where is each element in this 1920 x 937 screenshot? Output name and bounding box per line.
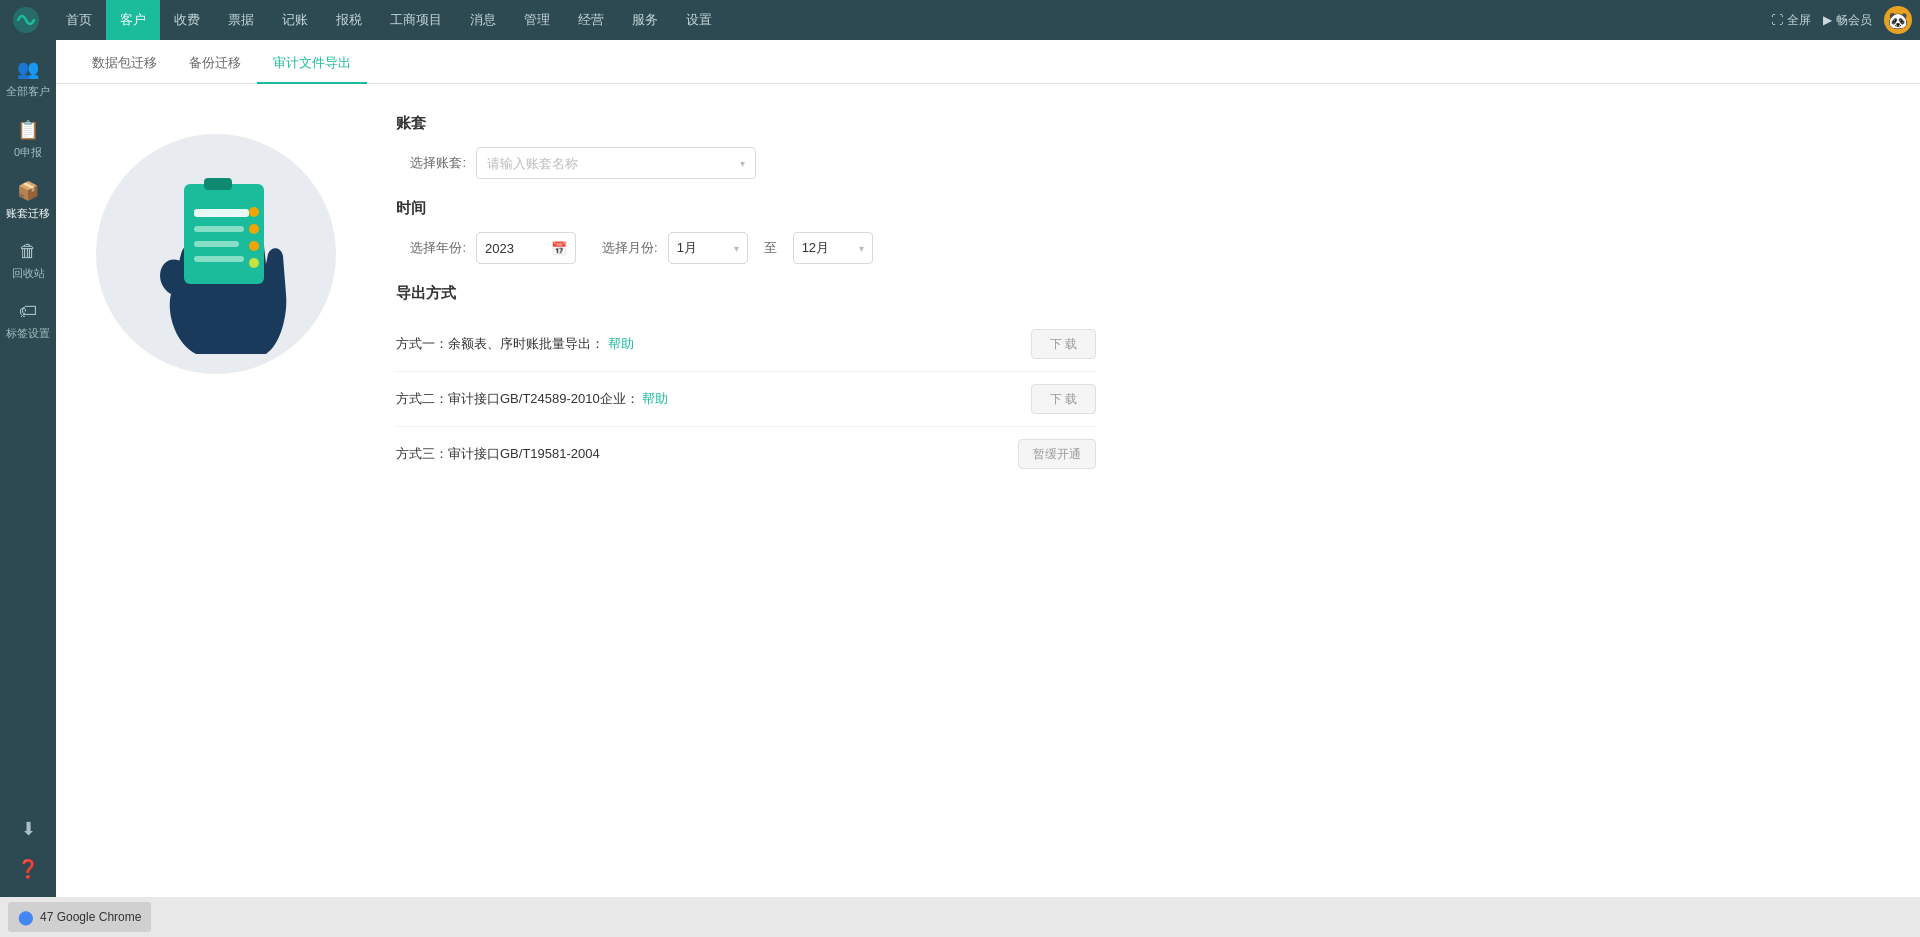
year-value: 2023 [485,241,551,256]
method-3-open-button[interactable]: 暂缓开通 [1018,439,1096,469]
nav-service[interactable]: 服务 [618,0,672,40]
to-text: 至 [758,239,783,257]
taskbar-item-label: 47 Google Chrome [40,910,141,924]
account-select-box[interactable]: ▾ [476,147,756,179]
illustration-wrapper [96,134,336,374]
zero-filing-icon: 📋 [17,119,39,141]
sidebar-item-zero-filing[interactable]: 📋 0申报 [0,109,56,170]
nav-settings[interactable]: 设置 [672,0,726,40]
taskbar: ⬤ 47 Google Chrome [0,897,1920,937]
method-2-text: 方式二：审计接口GB/T24589-2010企业： 帮助 [396,390,1031,408]
fullscreen-label: 全屏 [1787,12,1811,29]
time-row: 选择年份: 2023 📅 选择月份: 1月 ▾ 至 12月 ▾ [396,232,1096,264]
nav-business[interactable]: 工商项目 [376,0,456,40]
month-start-arrow: ▾ [734,243,739,254]
vip-button[interactable]: ▶ 畅会员 [1823,12,1872,29]
time-section-title: 时间 [396,199,1096,218]
all-customers-icon: 👥 [17,58,39,80]
sidebar-download-button[interactable]: ⬇ [0,811,56,847]
calendar-icon: 📅 [551,241,567,256]
tab-audit-export[interactable]: 审计文件导出 [257,44,367,84]
app-logo[interactable] [8,2,44,38]
method-2-download-button[interactable]: 下 载 [1031,384,1096,414]
month-start-value: 1月 [677,239,697,257]
chrome-icon: ⬤ [18,909,34,925]
sidebar-item-label-migration: 账套迁移 [6,206,50,221]
month-end-select[interactable]: 12月 ▾ [793,232,873,264]
month-end-value: 12月 [802,239,829,257]
tag-settings-icon: 🏷 [19,301,37,322]
tab-bar: 数据包迁移 备份迁移 审计文件导出 [56,40,1920,84]
page-content: 账套 选择账套: ▾ 时间 选择年份: 2023 📅 [56,84,1920,897]
sidebar-item-all-customers[interactable]: 👥 全部客户 [0,48,56,109]
nav-home[interactable]: 首页 [52,0,106,40]
svg-point-7 [249,224,259,234]
account-label: 选择账套: [396,154,466,172]
month-label: 选择月份: [602,239,658,257]
vip-icon: ▶ [1823,13,1832,27]
sidebar-item-label-recycle: 回收站 [12,266,45,281]
nav-manage[interactable]: 管理 [510,0,564,40]
sidebar-item-tag-settings[interactable]: 🏷 标签设置 [0,291,56,351]
svg-point-9 [249,258,259,268]
left-sidebar: 👥 全部客户 📋 0申报 📦 账套迁移 🗑 回收站 🏷 标签设置 ⬇ ❓ [0,40,56,897]
method-2-help-link[interactable]: 帮助 [642,391,668,406]
content-area: 数据包迁移 备份迁移 审计文件导出 [56,40,1920,897]
tab-backup[interactable]: 备份迁移 [173,44,257,84]
nav-message[interactable]: 消息 [456,0,510,40]
user-avatar[interactable]: 🐼 [1884,6,1912,34]
account-migration-icon: 📦 [17,180,39,202]
account-section-title: 账套 [396,114,1096,133]
sidebar-item-account-migration[interactable]: 📦 账套迁移 [0,170,56,231]
nav-tax[interactable]: 报税 [322,0,376,40]
svg-point-6 [249,207,259,217]
nav-right-actions: ⛶ 全屏 ▶ 畅会员 🐼 [1771,6,1912,34]
year-input-box[interactable]: 2023 📅 [476,232,576,264]
nav-bookkeeping[interactable]: 记账 [268,0,322,40]
export-method-3: 方式三：审计接口GB/T19581-2004 暂缓开通 [396,427,1096,481]
fullscreen-icon: ⛶ [1771,13,1783,27]
taskbar-chrome-item[interactable]: ⬤ 47 Google Chrome [8,902,151,932]
sidebar-item-recycle[interactable]: 🗑 回收站 [0,231,56,291]
account-input[interactable] [487,156,736,171]
svg-rect-3 [194,226,244,232]
method-1-download-button[interactable]: 下 载 [1031,329,1096,359]
nav-invoice[interactable]: 票据 [214,0,268,40]
method-1-help-link[interactable]: 帮助 [608,336,634,351]
account-row: 选择账套: ▾ [396,147,1096,179]
export-method-2: 方式二：审计接口GB/T24589-2010企业： 帮助 下 载 [396,372,1096,427]
top-navigation: 首页 客户 收费 票据 记账 报税 工商项目 消息 管理 经营 服务 设置 ⛶ … [0,0,1920,40]
export-method-1: 方式一：余额表、序时账批量导出： 帮助 下 载 [396,317,1096,372]
sidebar-item-label-tags: 标签设置 [6,326,50,341]
recycle-icon: 🗑 [19,241,37,262]
svg-rect-5 [194,256,244,262]
nav-operations[interactable]: 经营 [564,0,618,40]
svg-rect-1 [184,184,264,284]
export-section-title: 导出方式 [396,284,1096,303]
sidebar-bottom: ⬇ ❓ [0,811,56,897]
illustration-circle [96,134,336,374]
year-label: 选择年份: [396,239,466,257]
sidebar-help-button[interactable]: ❓ [0,851,56,887]
method-3-text: 方式三：审计接口GB/T19581-2004 [396,445,1018,463]
account-dropdown-arrow: ▾ [740,158,745,169]
svg-rect-2 [194,209,249,217]
month-start-select[interactable]: 1月 ▾ [668,232,748,264]
fullscreen-button[interactable]: ⛶ 全屏 [1771,12,1811,29]
nav-customer[interactable]: 客户 [106,0,160,40]
method-1-text: 方式一：余额表、序时账批量导出： 帮助 [396,335,1031,353]
svg-rect-10 [204,178,232,190]
nav-menu: 首页 客户 收费 票据 记账 报税 工商项目 消息 管理 经营 服务 设置 [52,0,1771,40]
svg-point-8 [249,241,259,251]
form-area: 账套 选择账套: ▾ 时间 选择年份: 2023 📅 [396,114,1096,481]
tab-data-package[interactable]: 数据包迁移 [76,44,173,84]
sidebar-item-label-zero-filing: 0申报 [14,145,42,160]
svg-rect-4 [194,241,239,247]
main-layout: 👥 全部客户 📋 0申报 📦 账套迁移 🗑 回收站 🏷 标签设置 ⬇ ❓ 数据包… [0,40,1920,897]
month-end-arrow: ▾ [859,243,864,254]
vip-label: 畅会员 [1836,12,1872,29]
sidebar-item-label-all-customers: 全部客户 [6,84,50,99]
nav-billing[interactable]: 收费 [160,0,214,40]
